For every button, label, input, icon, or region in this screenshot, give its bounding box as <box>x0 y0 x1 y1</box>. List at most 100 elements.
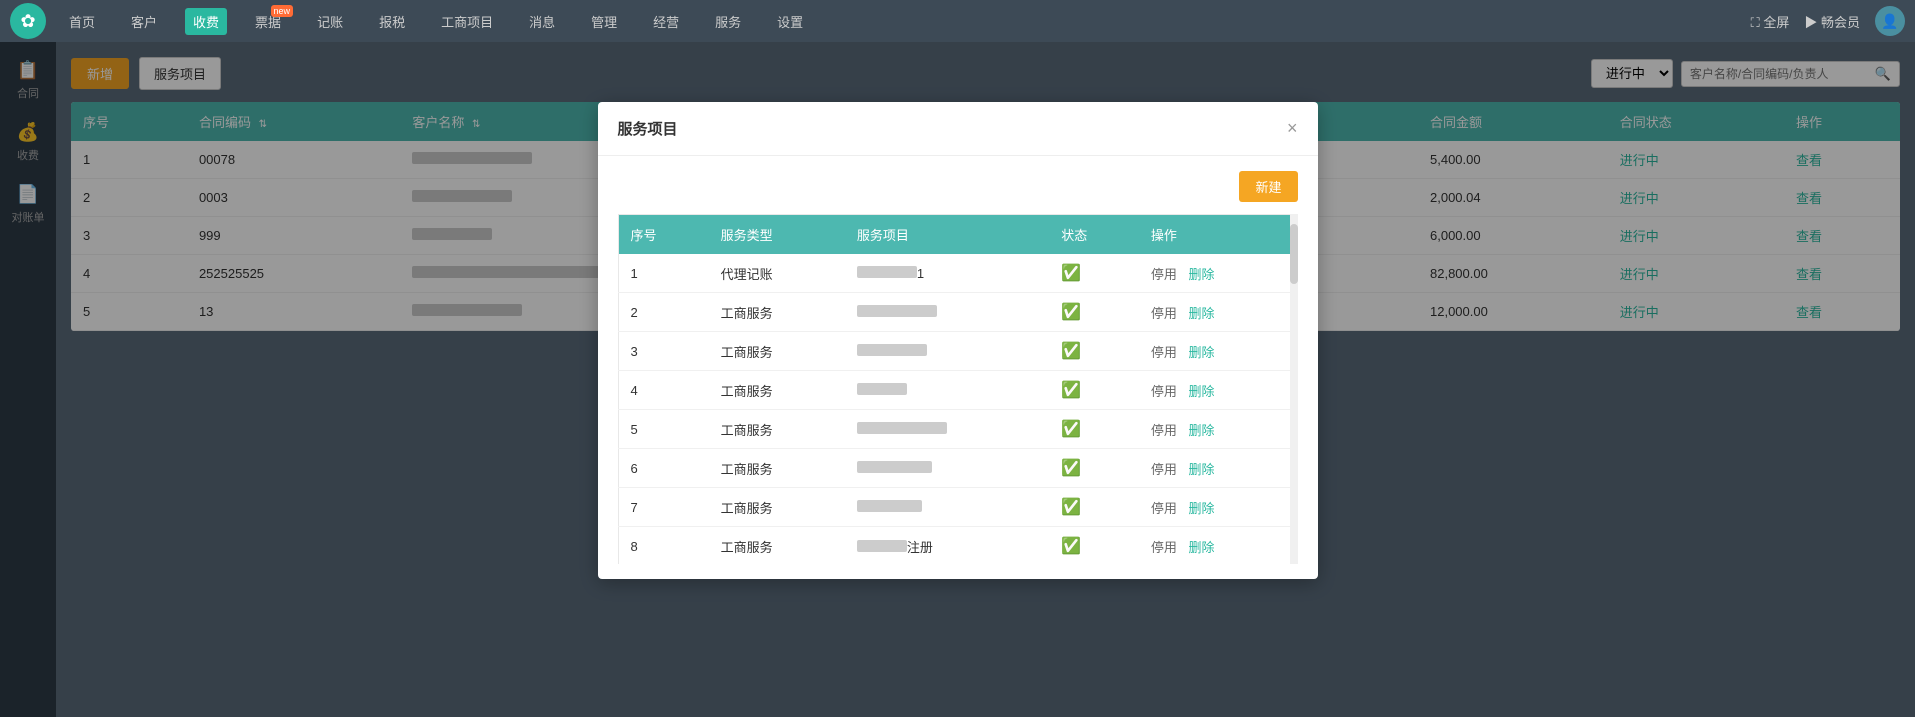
status-check-icon: ✅ <box>1061 460 1081 477</box>
modal-cell-type: 工商服务 <box>709 293 845 332</box>
scrollbar-track <box>1290 214 1298 564</box>
modal-cell-action: 停用 删除 <box>1139 488 1297 527</box>
modal-cell-item: 注册 <box>845 527 1049 565</box>
status-check-icon: ✅ <box>1061 265 1081 282</box>
modal-cell-status: ✅ <box>1049 410 1139 449</box>
nav-item-jizhang[interactable]: 记账 <box>309 8 351 35</box>
modal-table-row: 2 工商服务 ✅ 停用 删除 <box>618 293 1297 332</box>
modal-cell-type: 工商服务 <box>709 371 845 410</box>
modal-cell-action: 停用 删除 <box>1139 332 1297 371</box>
delete-button[interactable]: 删除 <box>1189 384 1215 399</box>
modal-cell-type: 代理记账 <box>709 254 845 293</box>
modal-cell-item <box>845 371 1049 410</box>
stop-button[interactable]: 停用 <box>1151 345 1177 360</box>
nav-item-manage[interactable]: 管理 <box>583 8 625 35</box>
modal-col-type: 服务类型 <box>709 215 845 255</box>
modal-cell-item <box>845 410 1049 449</box>
modal-cell-seq: 8 <box>618 527 709 565</box>
modal-cell-type: 工商服务 <box>709 410 845 449</box>
modal-table-header-row: 序号 服务类型 服务项目 状态 操作 <box>618 215 1297 255</box>
modal-cell-item: 1 <box>845 254 1049 293</box>
nav-item-message[interactable]: 消息 <box>521 8 563 35</box>
status-check-icon: ✅ <box>1061 421 1081 438</box>
modal-toolbar: 新建 <box>618 171 1298 202</box>
status-check-icon: ✅ <box>1061 304 1081 321</box>
modal-cell-status: ✅ <box>1049 449 1139 488</box>
stop-button[interactable]: 停用 <box>1151 384 1177 399</box>
modal-cell-status: ✅ <box>1049 293 1139 332</box>
service-items-table: 序号 服务类型 服务项目 状态 操作 1 代理记账 1 ✅ <box>618 214 1298 564</box>
nav-item-shoufe[interactable]: 收费 <box>185 8 227 35</box>
modal-cell-item <box>845 488 1049 527</box>
nav-menu: 首页 客户 收费 票据 new 记账 报税 工商项目 消息 管理 经营 服务 设… <box>61 8 1751 35</box>
stop-button[interactable]: 停用 <box>1151 306 1177 321</box>
modal-cell-seq: 5 <box>618 410 709 449</box>
nav-item-settings[interactable]: 设置 <box>769 8 811 35</box>
service-items-modal: 服务项目 × 新建 序号 服务类型 服务项目 状态 操作 <box>598 102 1318 579</box>
nav-item-customer[interactable]: 客户 <box>123 8 165 35</box>
modal-cell-status: ✅ <box>1049 332 1139 371</box>
modal-cell-type: 工商服务 <box>709 332 845 371</box>
modal-col-action: 操作 <box>1139 215 1297 255</box>
modal-cell-action: 停用 删除 <box>1139 410 1297 449</box>
delete-button[interactable]: 删除 <box>1189 501 1215 516</box>
stop-button[interactable]: 停用 <box>1151 267 1177 282</box>
modal-cell-seq: 1 <box>618 254 709 293</box>
modal-cell-status: ✅ <box>1049 254 1139 293</box>
modal-cell-type: 工商服务 <box>709 527 845 565</box>
nav-item-baoshui[interactable]: 报税 <box>371 8 413 35</box>
top-navigation: ✿ 首页 客户 收费 票据 new 记账 报税 工商项目 消息 管理 经营 服务… <box>0 0 1915 42</box>
stop-button[interactable]: 停用 <box>1151 540 1177 555</box>
modal-cell-seq: 2 <box>618 293 709 332</box>
modal-col-seq: 序号 <box>618 215 709 255</box>
modal-table-row: 1 代理记账 1 ✅ 停用 删除 <box>618 254 1297 293</box>
nav-item-service[interactable]: 服务 <box>707 8 749 35</box>
modal-cell-action: 停用 删除 <box>1139 449 1297 488</box>
nav-item-gongshang[interactable]: 工商项目 <box>433 8 501 35</box>
modal-overlay[interactable]: 服务项目 × 新建 序号 服务类型 服务项目 状态 操作 <box>0 42 1915 717</box>
modal-cell-action: 停用 删除 <box>1139 293 1297 332</box>
modal-cell-item <box>845 293 1049 332</box>
modal-cell-action: 停用 删除 <box>1139 527 1297 565</box>
nav-item-piaoju[interactable]: 票据 new <box>247 8 289 35</box>
delete-button[interactable]: 删除 <box>1189 540 1215 555</box>
modal-table-container: 序号 服务类型 服务项目 状态 操作 1 代理记账 1 ✅ <box>618 214 1298 564</box>
logo-icon: ✿ <box>10 3 46 39</box>
user-avatar[interactable]: 👤 <box>1875 6 1905 36</box>
stop-button[interactable]: 停用 <box>1151 462 1177 477</box>
modal-close-button[interactable]: × <box>1287 118 1298 139</box>
modal-table-row: 7 工商服务 ✅ 停用 删除 <box>618 488 1297 527</box>
scrollbar-thumb[interactable] <box>1290 224 1298 284</box>
modal-table-row: 3 工商服务 ✅ 停用 删除 <box>618 332 1297 371</box>
modal-cell-action: 停用 删除 <box>1139 254 1297 293</box>
modal-cell-status: ✅ <box>1049 488 1139 527</box>
modal-body: 新建 序号 服务类型 服务项目 状态 操作 <box>598 156 1318 579</box>
nav-item-home[interactable]: 首页 <box>61 8 103 35</box>
modal-cell-status: ✅ <box>1049 527 1139 565</box>
delete-button[interactable]: 删除 <box>1189 423 1215 438</box>
modal-cell-type: 工商服务 <box>709 488 845 527</box>
nav-item-jingying[interactable]: 经营 <box>645 8 687 35</box>
stop-button[interactable]: 停用 <box>1151 501 1177 516</box>
new-badge: new <box>271 5 294 17</box>
modal-cell-seq: 3 <box>618 332 709 371</box>
modal-table-row: 8 工商服务 注册 ✅ 停用 删除 <box>618 527 1297 565</box>
modal-cell-seq: 4 <box>618 371 709 410</box>
modal-cell-type: 工商服务 <box>709 449 845 488</box>
stop-button[interactable]: 停用 <box>1151 423 1177 438</box>
modal-cell-status: ✅ <box>1049 371 1139 410</box>
modal-header: 服务项目 × <box>598 102 1318 156</box>
status-check-icon: ✅ <box>1061 538 1081 555</box>
delete-button[interactable]: 删除 <box>1189 267 1215 282</box>
status-check-icon: ✅ <box>1061 343 1081 360</box>
modal-col-status: 状态 <box>1049 215 1139 255</box>
vip-button[interactable]: ▶ 畅会员 <box>1804 12 1860 31</box>
fullscreen-button[interactable]: ⛶ 全屏 <box>1751 12 1790 31</box>
delete-button[interactable]: 删除 <box>1189 345 1215 360</box>
delete-button[interactable]: 删除 <box>1189 306 1215 321</box>
delete-button[interactable]: 删除 <box>1189 462 1215 477</box>
modal-cell-item <box>845 449 1049 488</box>
modal-cell-item <box>845 332 1049 371</box>
modal-new-button[interactable]: 新建 <box>1239 171 1297 202</box>
status-check-icon: ✅ <box>1061 382 1081 399</box>
